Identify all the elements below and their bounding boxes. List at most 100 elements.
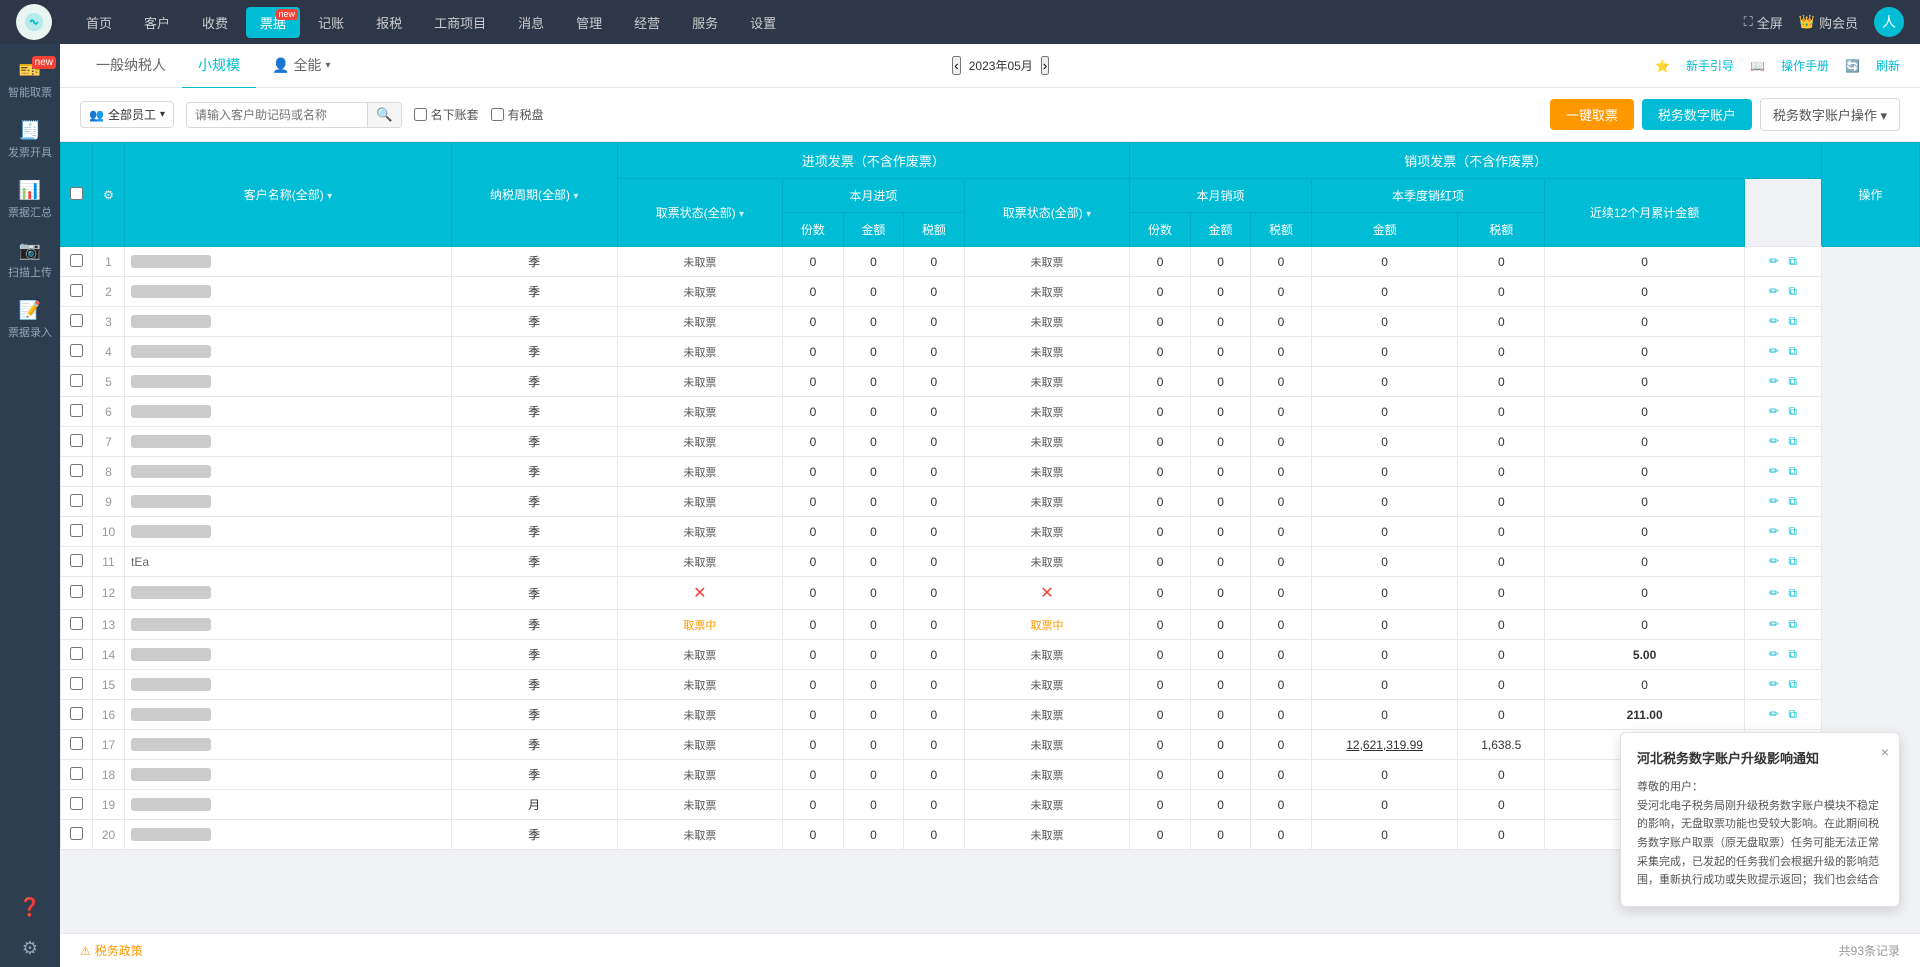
- refresh-label[interactable]: 刷新: [1876, 57, 1900, 74]
- nav-item-home[interactable]: 首页: [72, 7, 126, 38]
- vip-button[interactable]: 👑 购会员: [1799, 13, 1858, 32]
- nav-item-tax[interactable]: 报税: [362, 7, 416, 38]
- nav-item-operations[interactable]: 经营: [620, 7, 674, 38]
- row-checkbox[interactable]: [70, 677, 83, 690]
- edit-icon[interactable]: ✏: [1769, 617, 1779, 631]
- digital-account-ops-button[interactable]: 税务数字账户操作 ▾: [1760, 98, 1900, 131]
- red-tax-cell: 0: [1458, 337, 1545, 367]
- edit-icon[interactable]: ✏: [1769, 434, 1779, 448]
- nav-item-accounting[interactable]: 记账: [304, 7, 358, 38]
- edit-icon[interactable]: ✏: [1769, 707, 1779, 721]
- select-all-checkbox[interactable]: [70, 187, 83, 200]
- row-checkbox[interactable]: [70, 554, 83, 567]
- new-guide-label[interactable]: 新手引导: [1686, 57, 1734, 74]
- edit-icon[interactable]: ✏: [1769, 254, 1779, 268]
- filter-subaccount[interactable]: 名下账套: [414, 106, 479, 123]
- nav-item-manage[interactable]: 管理: [562, 7, 616, 38]
- sidebar-item-settings-bottom[interactable]: ⚙: [0, 930, 60, 967]
- edit-icon[interactable]: ✏: [1769, 586, 1779, 600]
- row-checkbox[interactable]: [70, 284, 83, 297]
- row-checkbox[interactable]: [70, 767, 83, 780]
- copy-icon[interactable]: ⧉: [1788, 434, 1797, 448]
- sidebar-item-smart-ticket[interactable]: 🎫 new 智能取票: [0, 52, 60, 108]
- client-filter-icon[interactable]: ▾: [327, 191, 332, 202]
- edit-icon[interactable]: ✏: [1769, 677, 1779, 691]
- next-month-button[interactable]: ›: [1041, 56, 1049, 75]
- nav-item-billing[interactable]: 收费: [188, 7, 242, 38]
- edit-icon[interactable]: ✏: [1769, 374, 1779, 388]
- row-checkbox[interactable]: [70, 464, 83, 477]
- sidebar-item-summary[interactable]: 📊 票据汇总: [0, 172, 60, 228]
- row-checkbox[interactable]: [70, 404, 83, 417]
- copy-icon[interactable]: ⧉: [1788, 554, 1797, 568]
- row-checkbox[interactable]: [70, 827, 83, 840]
- copy-icon[interactable]: ⧉: [1788, 254, 1797, 268]
- tab-general-taxpayer[interactable]: 一般纳税人: [80, 44, 182, 89]
- popup-close-button[interactable]: ×: [1881, 741, 1889, 763]
- copy-icon[interactable]: ⧉: [1788, 494, 1797, 508]
- row-checkbox[interactable]: [70, 524, 83, 537]
- taxdisk-checkbox[interactable]: [491, 108, 504, 121]
- nav-item-messages[interactable]: 消息: [504, 7, 558, 38]
- nav-item-tickets[interactable]: 票据 new: [246, 7, 300, 38]
- row-checkbox[interactable]: [70, 434, 83, 447]
- tab-small-scale[interactable]: 小规模: [182, 44, 256, 89]
- nav-item-business[interactable]: 工商项目: [420, 7, 500, 38]
- sidebar-item-entry[interactable]: 📝 票据录入: [0, 292, 60, 348]
- copy-icon[interactable]: ⧉: [1788, 344, 1797, 358]
- edit-icon[interactable]: ✏: [1769, 464, 1779, 478]
- edit-icon[interactable]: ✏: [1769, 554, 1779, 568]
- digital-account-button[interactable]: 税务数字账户: [1642, 99, 1752, 130]
- row-checkbox[interactable]: [70, 737, 83, 750]
- employee-select-dropdown[interactable]: 👥 全部员工 ▾: [80, 101, 174, 128]
- sidebar-item-invoice-open[interactable]: 🧾 发票开具: [0, 112, 60, 168]
- period-filter-icon[interactable]: ▾: [573, 191, 578, 202]
- sidebar-item-scan[interactable]: 📷 扫描上传: [0, 232, 60, 288]
- row-checkbox[interactable]: [70, 797, 83, 810]
- search-input[interactable]: [187, 104, 367, 126]
- fullscreen-button[interactable]: ⛶ 全屏: [1744, 13, 1783, 32]
- row-checkbox[interactable]: [70, 374, 83, 387]
- one-click-fetch-button[interactable]: 一键取票: [1550, 99, 1634, 130]
- copy-icon[interactable]: ⧉: [1788, 464, 1797, 478]
- copy-icon[interactable]: ⧉: [1788, 374, 1797, 388]
- nav-item-service[interactable]: 服务: [678, 7, 732, 38]
- search-button[interactable]: 🔍: [367, 103, 401, 127]
- copy-icon[interactable]: ⧉: [1788, 314, 1797, 328]
- edit-icon[interactable]: ✏: [1769, 404, 1779, 418]
- copy-icon[interactable]: ⧉: [1788, 284, 1797, 298]
- policy-link[interactable]: ⚠ 税务政策: [80, 942, 143, 959]
- row-checkbox[interactable]: [70, 314, 83, 327]
- copy-icon[interactable]: ⧉: [1788, 677, 1797, 691]
- copy-icon[interactable]: ⧉: [1788, 617, 1797, 631]
- row-checkbox[interactable]: [70, 585, 83, 598]
- edit-icon[interactable]: ✏: [1769, 647, 1779, 661]
- row-checkbox[interactable]: [70, 494, 83, 507]
- row-checkbox[interactable]: [70, 617, 83, 630]
- copy-icon[interactable]: ⧉: [1788, 647, 1797, 661]
- copy-icon[interactable]: ⧉: [1788, 404, 1797, 418]
- edit-icon[interactable]: ✏: [1769, 344, 1779, 358]
- sidebar-item-help[interactable]: ❓: [0, 889, 60, 926]
- prev-month-button[interactable]: ‹: [952, 56, 960, 75]
- edit-icon[interactable]: ✏: [1769, 284, 1779, 298]
- copy-icon[interactable]: ⧉: [1788, 707, 1797, 721]
- manual-label[interactable]: 操作手册: [1781, 57, 1829, 74]
- filter-tax-disk[interactable]: 有税盘: [491, 106, 544, 123]
- subaccount-checkbox[interactable]: [414, 108, 427, 121]
- nav-item-clients[interactable]: 客户: [130, 7, 184, 38]
- edit-icon[interactable]: ✏: [1769, 494, 1779, 508]
- tab-all[interactable]: 👤 全能 ▾: [256, 44, 346, 89]
- row-checkbox[interactable]: [70, 707, 83, 720]
- copy-icon[interactable]: ⧉: [1788, 524, 1797, 538]
- user-avatar[interactable]: 人: [1874, 7, 1904, 37]
- row-checkbox[interactable]: [70, 254, 83, 267]
- row-checkbox[interactable]: [70, 344, 83, 357]
- row-checkbox[interactable]: [70, 647, 83, 660]
- nav-item-settings[interactable]: 设置: [736, 7, 790, 38]
- copy-icon[interactable]: ⧉: [1788, 586, 1797, 600]
- edit-icon[interactable]: ✏: [1769, 314, 1779, 328]
- edit-icon[interactable]: ✏: [1769, 524, 1779, 538]
- in-status-filter-icon[interactable]: ▾: [739, 209, 744, 220]
- out-status-filter-icon[interactable]: ▾: [1086, 209, 1091, 220]
